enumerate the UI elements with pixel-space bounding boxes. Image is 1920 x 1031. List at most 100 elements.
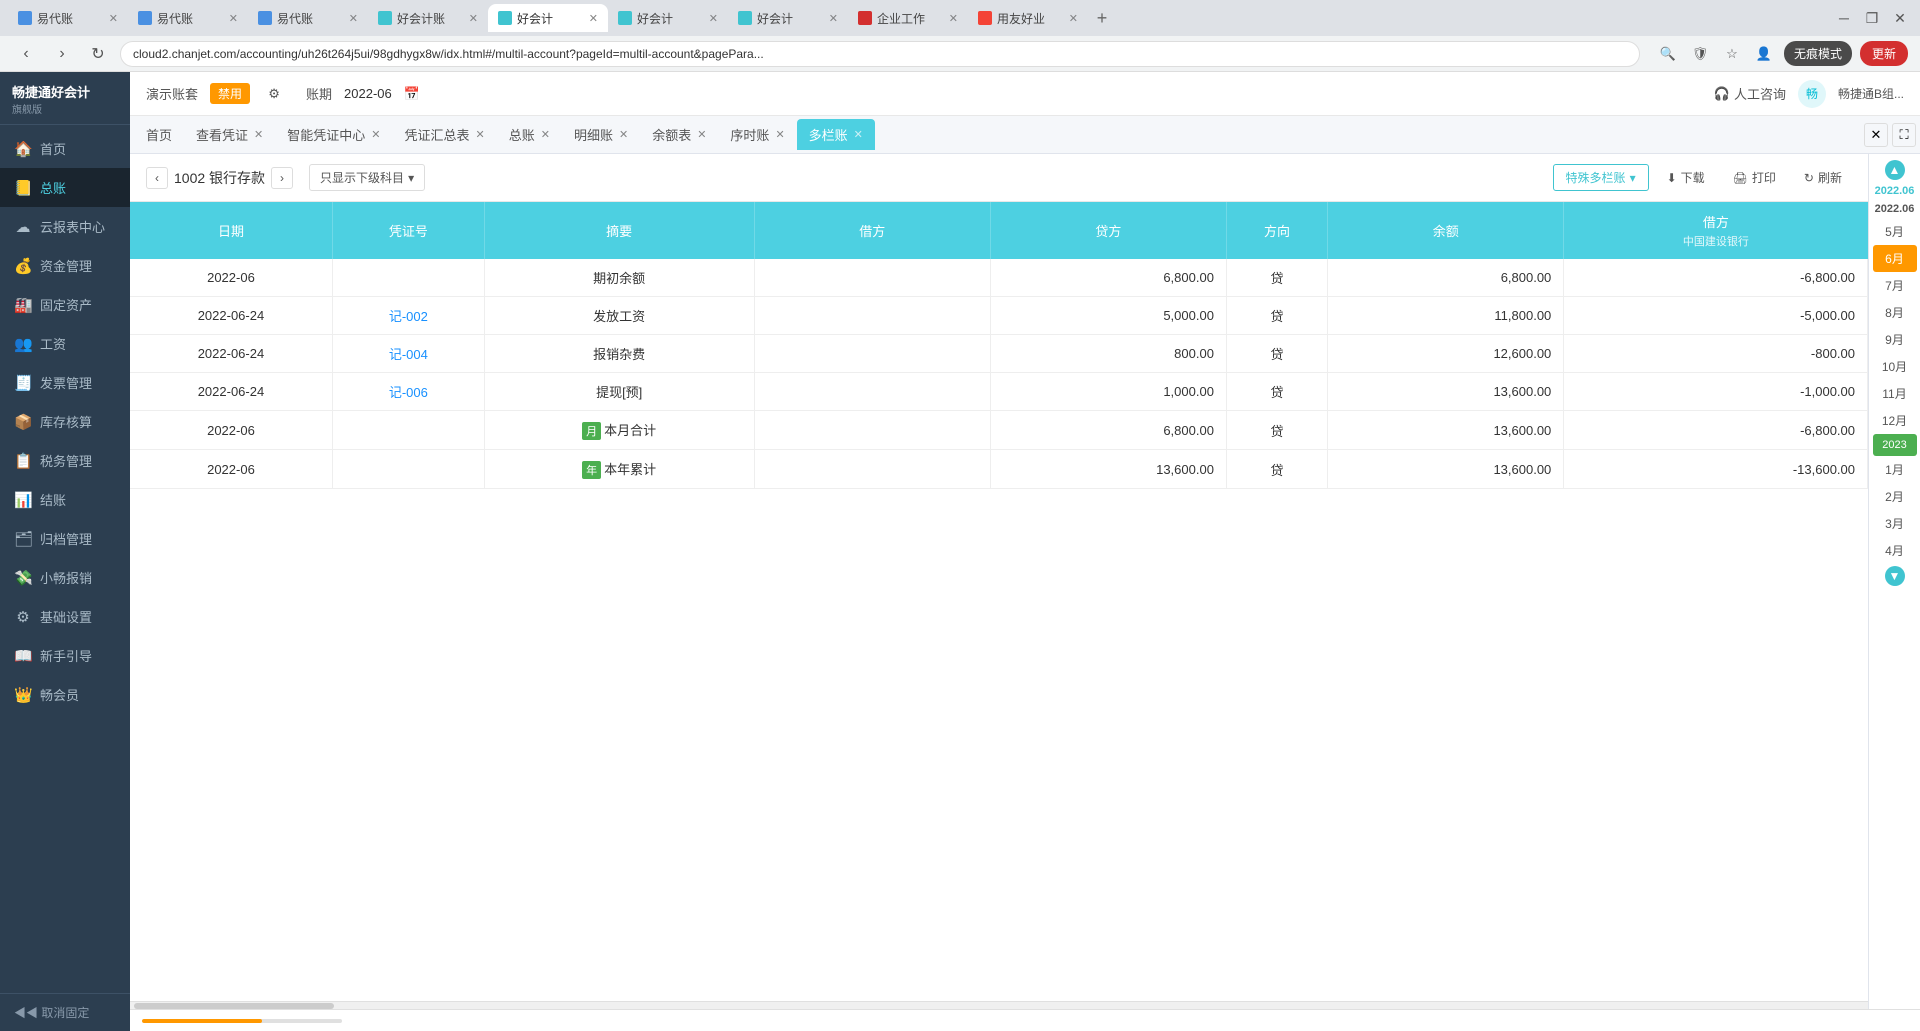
month-6[interactable]: 6月 [1873,245,1917,272]
tab-balance-table[interactable]: 余额表 ✕ [640,119,718,150]
cell-debit-5 [754,411,990,450]
tab-close-9[interactable]: ✕ [1069,12,1078,25]
month-2023-4[interactable]: 4月 [1873,537,1917,564]
sidebar-item-guide[interactable]: 📖 新手引导 [0,636,130,675]
tab-multi-column[interactable]: 多栏账 ✕ [797,119,875,150]
tab-detail-ledger-close[interactable]: ✕ [619,128,628,141]
update-button[interactable]: 更新 [1860,41,1908,66]
sidebar-item-report[interactable]: ☁ 云报表中心 [0,207,130,246]
tab-close-3[interactable]: ✕ [349,12,358,25]
stealth-mode-button[interactable]: 无痕模式 [1784,41,1852,66]
horizontal-scrollbar[interactable] [130,1001,1868,1009]
star-icon[interactable]: ☆ [1720,42,1744,66]
tab-close-6[interactable]: ✕ [709,12,718,25]
tab-general-ledger-close[interactable]: ✕ [541,128,550,141]
sidebar-item-tax[interactable]: 📋 税务管理 [0,441,130,480]
scroll-up-arrow[interactable]: ▲ [1885,160,1905,180]
print-button[interactable]: 🖨 打印 [1723,165,1786,190]
prev-account-button[interactable]: ‹ [146,167,168,189]
cell-voucher-3[interactable]: 记-004 [332,335,484,373]
sidebar-item-ledger[interactable]: 📒 总账 [0,168,130,207]
sidebar-item-inventory[interactable]: 📦 库存核算 [0,402,130,441]
tab-voucher-summary-close[interactable]: ✕ [476,128,485,141]
sidebar-item-member[interactable]: 👑 畅会员 [0,675,130,714]
tab-close-4[interactable]: ✕ [469,12,478,25]
special-multicolumn-button[interactable]: 特殊多栏账 ▾ [1553,164,1649,191]
browser-tab-5[interactable]: 好会计 ✕ [488,4,608,32]
sidebar-item-settings[interactable]: ⚙ 基础设置 [0,597,130,636]
consult-button[interactable]: 🎧 人工咨询 [1714,84,1786,103]
browser-tab-8[interactable]: 企业工作 ✕ [848,4,968,32]
browser-tab-3[interactable]: 易代账 ✕ [248,4,368,32]
back-button[interactable]: ‹ [12,40,40,68]
tab-multi-column-close[interactable]: ✕ [854,128,863,141]
month-2023-1[interactable]: 1月 [1873,456,1917,483]
tab-collapse-button[interactable]: ✕ [1864,123,1888,147]
browser-tab-1[interactable]: 易代账 ✕ [8,4,128,32]
month-9[interactable]: 9月 [1873,326,1917,353]
browser-tab-9[interactable]: 用友好业 ✕ [968,4,1088,32]
tab-balance-table-label: 余额表 [652,125,691,144]
month-7[interactable]: 7月 [1873,272,1917,299]
headset-icon: 🎧 [1714,86,1730,102]
sidebar-item-invoice[interactable]: 🧾 发票管理 [0,363,130,402]
month-12[interactable]: 12月 [1873,407,1917,434]
sidebar-item-asset[interactable]: 🏭 固定资产 [0,285,130,324]
tab-close-2[interactable]: ✕ [229,12,238,25]
reload-button[interactable]: ↻ [84,40,112,68]
restore-button[interactable]: ❐ [1860,6,1884,30]
tab-close-8[interactable]: ✕ [949,12,958,25]
month-5[interactable]: 5月 [1873,218,1917,245]
tab-voucher-view[interactable]: 查看凭证 ✕ [184,119,275,150]
search-icon[interactable]: 🔍 [1656,42,1680,66]
download-button[interactable]: ⬇ 下载 [1657,165,1715,190]
sidebar-item-close[interactable]: 📊 结账 [0,480,130,519]
new-tab-button[interactable]: + [1088,4,1116,32]
minimize-button[interactable]: ─ [1832,6,1856,30]
month-2023-3[interactable]: 3月 [1873,510,1917,537]
sidebar-item-fund[interactable]: 💰 资金管理 [0,246,130,285]
month-10[interactable]: 10月 [1873,353,1917,380]
browser-tab-2[interactable]: 易代账 ✕ [128,4,248,32]
cell-voucher-2[interactable]: 记-002 [332,297,484,335]
cell-voucher-4[interactable]: 记-006 [332,373,484,411]
scroll-down-arrow[interactable]: ▼ [1885,566,1905,586]
month-8[interactable]: 8月 [1873,299,1917,326]
shield-icon[interactable]: 🛡 [1688,42,1712,66]
settings-gear-icon[interactable]: ⚙ [262,82,286,106]
filter-subcategory-button[interactable]: 只显示下级科目 ▾ [309,164,425,191]
tab-close-5[interactable]: ✕ [589,12,598,25]
sidebar-collapse-button[interactable]: ◀◀ 取消固定 [0,993,130,1031]
month-2023-2[interactable]: 2月 [1873,483,1917,510]
tab-sequence-ledger-close[interactable]: ✕ [775,128,784,141]
sidebar-item-archive[interactable]: 🗂 归档管理 [0,519,130,558]
sidebar-item-payroll[interactable]: 👥 工资 [0,324,130,363]
scrollbar-thumb[interactable] [134,1003,334,1009]
tab-voucher-view-close[interactable]: ✕ [254,128,263,141]
next-account-button[interactable]: › [271,167,293,189]
calendar-icon[interactable]: 📅 [404,86,420,102]
inventory-icon: 📦 [14,413,32,431]
profile-icon[interactable]: 👤 [1752,42,1776,66]
tab-smart-voucher-close[interactable]: ✕ [371,128,380,141]
tab-detail-ledger[interactable]: 明细账 ✕ [562,119,640,150]
browser-tab-7[interactable]: 好会计 ✕ [728,4,848,32]
browser-tab-6[interactable]: 好会计 ✕ [608,4,728,32]
tab-voucher-summary[interactable]: 凭证汇总表 ✕ [392,119,496,150]
tab-home[interactable]: 首页 [134,119,184,150]
tab-close-7[interactable]: ✕ [829,12,838,25]
sidebar-item-home[interactable]: 🏠 首页 [0,129,130,168]
tab-balance-table-close[interactable]: ✕ [697,128,706,141]
tab-sequence-ledger[interactable]: 序时账 ✕ [718,119,796,150]
refresh-button[interactable]: ↻ 刷新 [1794,165,1852,190]
tab-close-1[interactable]: ✕ [109,12,118,25]
month-11[interactable]: 11月 [1873,380,1917,407]
forward-button[interactable]: › [48,40,76,68]
sidebar-item-expense[interactable]: 💸 小畅报销 [0,558,130,597]
tab-general-ledger[interactable]: 总账 ✕ [497,119,562,150]
close-button[interactable]: ✕ [1888,6,1912,30]
tab-expand-button[interactable]: ⛶ [1892,123,1916,147]
tab-smart-voucher[interactable]: 智能凭证中心 ✕ [275,119,392,150]
url-bar[interactable]: cloud2.chanjet.com/accounting/uh26t264j5… [120,41,1640,67]
browser-tab-4[interactable]: 好会计账 ✕ [368,4,488,32]
